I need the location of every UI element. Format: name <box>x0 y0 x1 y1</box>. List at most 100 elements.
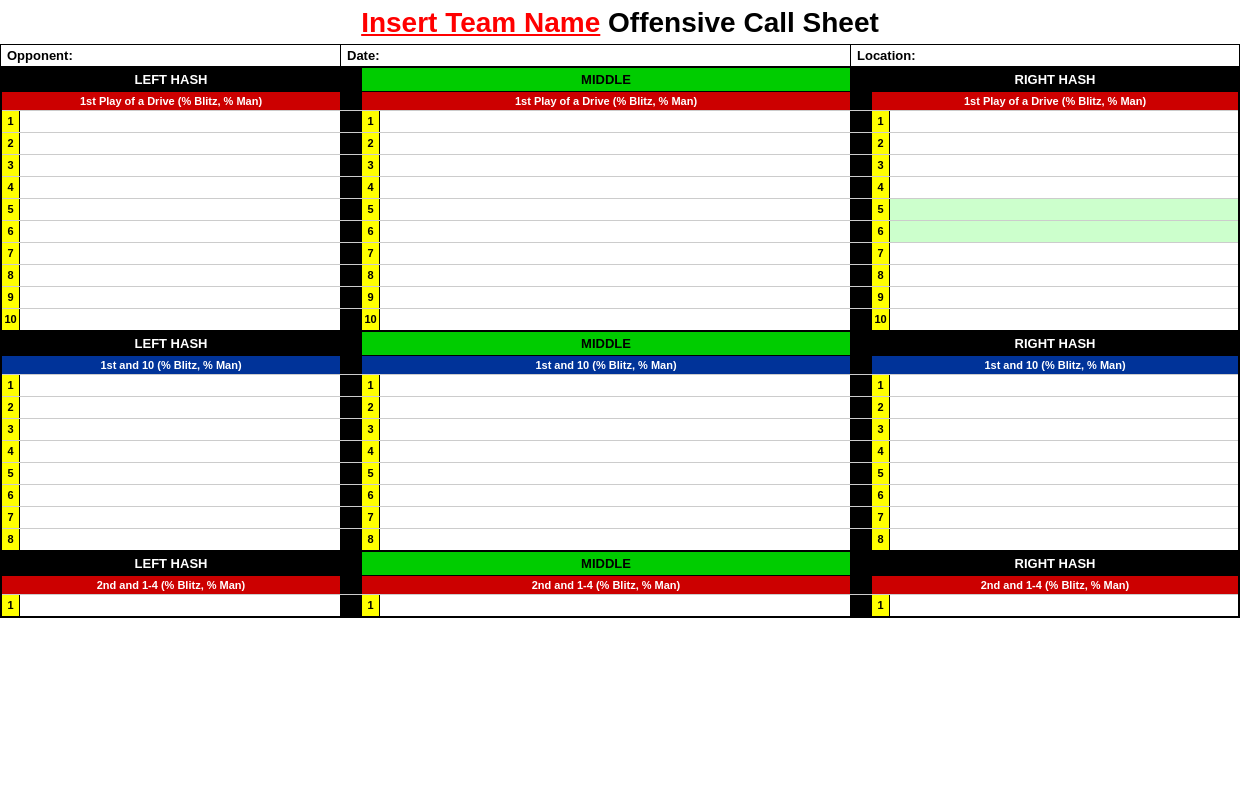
section2-mid-play-8[interactable] <box>380 529 852 550</box>
section1-left-play-10[interactable] <box>20 309 342 330</box>
section1-right-play-9[interactable] <box>890 287 1238 308</box>
section1-mid-play-6[interactable] <box>380 221 852 242</box>
section3-right-play-1[interactable] <box>890 595 1238 616</box>
section2-left-play-8[interactable] <box>20 529 342 550</box>
section1-mid-num-8: 8 <box>362 265 380 286</box>
section1-left-play-9[interactable] <box>20 287 342 308</box>
section2-right-play-5[interactable] <box>890 463 1238 484</box>
section2-sep2 <box>852 332 872 355</box>
section2-right-sub: 1st and 10 (% Blitz, % Man) <box>872 356 1238 374</box>
section1-right-play-10[interactable] <box>890 309 1238 330</box>
section2-left-play-1[interactable] <box>20 375 342 396</box>
section1-left-play-2[interactable] <box>20 133 342 154</box>
section2-mid-play-7[interactable] <box>380 507 852 528</box>
section1-row-10: 10 10 10 <box>2 308 1238 330</box>
section2-left-play-6[interactable] <box>20 485 342 506</box>
section1-left-play-5[interactable] <box>20 199 342 220</box>
section3-mid-sub: 2nd and 1-4 (% Blitz, % Man) <box>362 576 852 594</box>
section2-mid-play-4[interactable] <box>380 441 852 462</box>
section2-right-play-1[interactable] <box>890 375 1238 396</box>
section3-left-play-1[interactable] <box>20 595 342 616</box>
section2-mid-num-6: 6 <box>362 485 380 506</box>
section3-sep-row-1-1 <box>342 595 362 616</box>
section1-row-7: 7 7 7 <box>2 242 1238 264</box>
section2-right-num-4: 4 <box>872 441 890 462</box>
section2-mid-play-3[interactable] <box>380 419 852 440</box>
section1-mid-play-1[interactable] <box>380 111 852 132</box>
section1-right-num-8: 8 <box>872 265 890 286</box>
section1-sep-row-9-1 <box>342 287 362 308</box>
section1-mid-play-7[interactable] <box>380 243 852 264</box>
section1-left-play-6[interactable] <box>20 221 342 242</box>
section2-left-header: LEFT HASH <box>2 332 342 355</box>
section3-mid-header: MIDDLE <box>362 552 852 575</box>
section1-sep-row-8-2 <box>852 265 872 286</box>
section1-right-play-2[interactable] <box>890 133 1238 154</box>
section1-left-play-8[interactable] <box>20 265 342 286</box>
section1-left-play-3[interactable] <box>20 155 342 176</box>
section1-right-play-4[interactable] <box>890 177 1238 198</box>
section1-mid-num-2: 2 <box>362 133 380 154</box>
section1-left-sub: 1st Play of a Drive (% Blitz, % Man) <box>2 92 342 110</box>
section2-left-num-7: 7 <box>2 507 20 528</box>
section1-left-play-4[interactable] <box>20 177 342 198</box>
section1-mid-play-4[interactable] <box>380 177 852 198</box>
section2-row-3: 3 3 3 <box>2 418 1238 440</box>
section2-mid-num-3: 3 <box>362 419 380 440</box>
section2-mid-play-1[interactable] <box>380 375 852 396</box>
section2-right-play-3[interactable] <box>890 419 1238 440</box>
section3-right-header: RIGHT HASH <box>872 552 1238 575</box>
section3-mid-play-1[interactable] <box>380 595 852 616</box>
section3-subheader-row: 2nd and 1-4 (% Blitz, % Man) 2nd and 1-4… <box>2 576 1238 594</box>
section2-right-play-6[interactable] <box>890 485 1238 506</box>
section1-right-num-7: 7 <box>872 243 890 264</box>
section2-mid-num-7: 7 <box>362 507 380 528</box>
section1-mid-play-9[interactable] <box>380 287 852 308</box>
section1-right-play-8[interactable] <box>890 265 1238 286</box>
section2-left-play-4[interactable] <box>20 441 342 462</box>
section1-right-play-5[interactable] <box>890 199 1238 220</box>
section1-mid-play-8[interactable] <box>380 265 852 286</box>
section1-mid-num-10: 10 <box>362 309 380 330</box>
section3-left-num-1: 1 <box>2 595 20 616</box>
section2-mid-play-2[interactable] <box>380 397 852 418</box>
section2-right-play-4[interactable] <box>890 441 1238 462</box>
section3-right-sub: 2nd and 1-4 (% Blitz, % Man) <box>872 576 1238 594</box>
section1-row-6: 6 6 6 <box>2 220 1238 242</box>
section3-sep1 <box>342 552 362 575</box>
section1-right-play-3[interactable] <box>890 155 1238 176</box>
title-team: Insert Team Name <box>361 7 600 38</box>
section2-right-play-7[interactable] <box>890 507 1238 528</box>
section2-sep-row-1-2 <box>852 375 872 396</box>
section2-right-play-8[interactable] <box>890 529 1238 550</box>
section2-right-num-7: 7 <box>872 507 890 528</box>
section1-right-play-6[interactable] <box>890 221 1238 242</box>
section1-left-play-7[interactable] <box>20 243 342 264</box>
section2-mid-num-5: 5 <box>362 463 380 484</box>
section2-row-8: 8 8 8 <box>2 528 1238 550</box>
section2-sep-row-7-1 <box>342 507 362 528</box>
opponent-cell: Opponent: <box>1 45 341 66</box>
section2-sep-row-6-1 <box>342 485 362 506</box>
section1-right-play-1[interactable] <box>890 111 1238 132</box>
section1-right-play-7[interactable] <box>890 243 1238 264</box>
section1-mid-play-2[interactable] <box>380 133 852 154</box>
section2-row-1: 1 1 1 <box>2 374 1238 396</box>
section2-left-play-3[interactable] <box>20 419 342 440</box>
section2-row-7: 7 7 7 <box>2 506 1238 528</box>
section1-sep-row-10-2 <box>852 309 872 330</box>
section2-row-5: 5 5 5 <box>2 462 1238 484</box>
section2-right-play-2[interactable] <box>890 397 1238 418</box>
section2-mid-play-6[interactable] <box>380 485 852 506</box>
section1-mid-play-5[interactable] <box>380 199 852 220</box>
section2-mid-sub: 1st and 10 (% Blitz, % Man) <box>362 356 852 374</box>
section1-sep-row-3-1 <box>342 155 362 176</box>
section1-mid-play-3[interactable] <box>380 155 852 176</box>
section2-left-play-7[interactable] <box>20 507 342 528</box>
section1-left-play-1[interactable] <box>20 111 342 132</box>
section1-sep-row-6-1 <box>342 221 362 242</box>
section2-mid-play-5[interactable] <box>380 463 852 484</box>
section2-left-play-2[interactable] <box>20 397 342 418</box>
section2-left-play-5[interactable] <box>20 463 342 484</box>
section1-mid-play-10[interactable] <box>380 309 852 330</box>
